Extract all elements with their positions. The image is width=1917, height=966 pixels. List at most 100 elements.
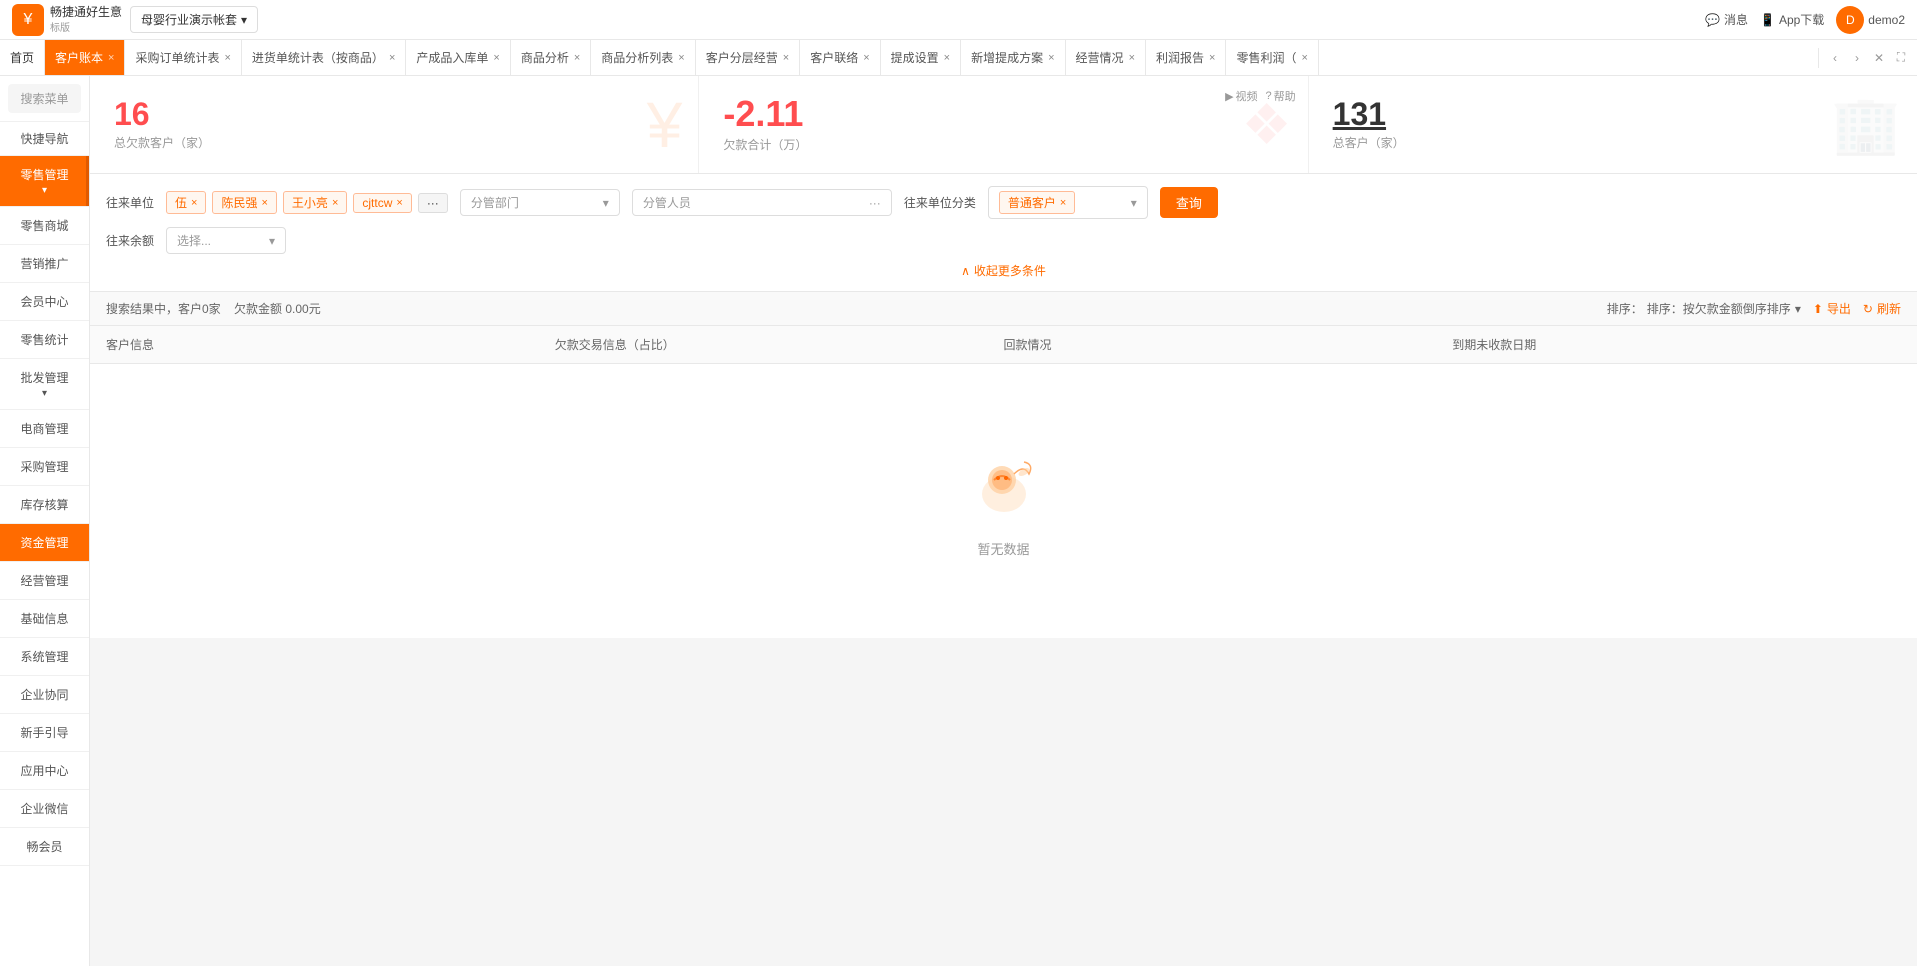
sidebar-item-basic-info[interactable]: 基础信息: [0, 600, 89, 638]
tab-operation[interactable]: 经营情况 ×: [1066, 40, 1146, 76]
stat-card-total-customers: 🏢 131 总客户（家）: [1309, 76, 1917, 173]
tab-home[interactable]: 首页: [0, 40, 45, 76]
close-icon[interactable]: ×: [1129, 52, 1135, 64]
refresh-label: 刷新: [1877, 300, 1901, 317]
close-icon[interactable]: ×: [1209, 52, 1215, 64]
tab-finished-goods[interactable]: 产成品入库单 ×: [406, 40, 510, 76]
tab-goods-analysis-list[interactable]: 商品分析列表 ×: [591, 40, 695, 76]
dept-selector[interactable]: 分管部门 ▾: [460, 189, 620, 216]
sidebar-item-retail-mgmt[interactable]: 零售管理 ▾: [0, 156, 89, 207]
sort-selector[interactable]: 排序： 排序：按欠款金额倒序排序 ▾: [1607, 300, 1801, 317]
filter-tag-more[interactable]: ···: [418, 193, 448, 213]
filter-tag-cjttcw: cjttcw ×: [353, 193, 411, 213]
close-icon[interactable]: ×: [108, 52, 114, 64]
sidebar-item-quick-nav[interactable]: 快捷导航: [0, 122, 89, 156]
filter-row-1: 往来单位 伍 × 陈民强 × 王小亮 × cjttcw: [106, 186, 1901, 219]
refresh-button[interactable]: ↻ 刷新: [1863, 300, 1901, 317]
filter-tag-wang: 王小亮 ×: [283, 191, 347, 214]
unit-class-tag-close[interactable]: ×: [1060, 197, 1066, 209]
stat-customers-value: 16: [114, 98, 210, 130]
sidebar-item-tutorial[interactable]: 新手引导: [0, 714, 89, 752]
unit-class-selector[interactable]: 普通客户 × ▾: [988, 186, 1148, 219]
filter-tag-chen-close[interactable]: ×: [261, 197, 267, 209]
nav-maximize-icon[interactable]: ⛶: [1891, 48, 1911, 68]
close-icon[interactable]: ×: [493, 52, 499, 64]
tab-new-commission[interactable]: 新增提成方案 ×: [961, 40, 1065, 76]
dept-chevron-icon: ▾: [603, 196, 609, 210]
sidebar-item-finance[interactable]: 资金管理: [0, 524, 89, 562]
main-layout: 搜索菜单 快捷导航 零售管理 ▾ 零售商城 营销推广 会员中心 零售统计 批发管…: [0, 76, 1917, 966]
query-button[interactable]: 查询: [1160, 187, 1218, 218]
app-download-button[interactable]: 📱 App下载: [1760, 11, 1824, 28]
sidebar-item-marketing[interactable]: 营销推广: [0, 245, 89, 283]
sidebar-item-inventory[interactable]: 库存核算: [0, 486, 89, 524]
close-icon[interactable]: ×: [1301, 52, 1307, 64]
sidebar-item-wechat[interactable]: 企业微信: [0, 790, 89, 828]
tab-profit-report[interactable]: 利润报告 ×: [1146, 40, 1226, 76]
sidebar-item-retail-stats[interactable]: 零售统计: [0, 321, 89, 359]
filter-tag-wu: 伍 ×: [166, 191, 206, 214]
stats-row: ¥ 16 总欠款客户（家） ❖ -2.11 欠款合计（万） ▶ 视频: [90, 76, 1917, 174]
filter-tag-wang-close[interactable]: ×: [332, 197, 338, 209]
sidebar-item-operations[interactable]: 经营管理: [0, 562, 89, 600]
sidebar-item-system[interactable]: 系统管理: [0, 638, 89, 676]
empty-state: 暂无数据: [90, 364, 1917, 638]
sidebar-item-ecommerce-label: 电商管理: [4, 420, 85, 437]
sidebar-expand-icon: ▾: [4, 185, 85, 196]
help-btn[interactable]: ? 帮助: [1266, 88, 1296, 104]
sidebar-item-retail-mall[interactable]: 零售商城: [0, 207, 89, 245]
nav-close-all-icon[interactable]: ✕: [1869, 48, 1889, 68]
unit-label: 往来单位: [106, 194, 154, 211]
store-selector[interactable]: 母婴行业演示帐套 ▾: [130, 6, 258, 33]
sidebar-item-enterprise[interactable]: 企业协同: [0, 676, 89, 714]
sidebar-item-member[interactable]: 会员中心: [0, 283, 89, 321]
filter-tag-wu-close[interactable]: ×: [191, 197, 197, 209]
logo-icon: ¥: [12, 4, 44, 36]
sidebar-item-ecommerce[interactable]: 电商管理: [0, 410, 89, 448]
search-menu-button[interactable]: 搜索菜单: [8, 84, 81, 113]
close-icon[interactable]: ×: [944, 52, 950, 64]
tab-purchase-stats[interactable]: 进货单统计表（按商品） ×: [242, 40, 406, 76]
tab-customer-contact-label: 客户联络: [810, 49, 858, 66]
close-icon[interactable]: ×: [224, 52, 230, 64]
empty-mouse-icon: [964, 444, 1044, 527]
user-menu[interactable]: D demo2: [1836, 6, 1905, 34]
close-icon[interactable]: ×: [574, 52, 580, 64]
tab-goods-analysis[interactable]: 商品分析 ×: [511, 40, 591, 76]
balance-chevron-icon: ▾: [269, 234, 275, 248]
tab-purchase-order[interactable]: 采购订单统计表 ×: [125, 40, 241, 76]
sidebar-item-app-center[interactable]: 应用中心: [0, 752, 89, 790]
sidebar-item-wholesale-mgmt[interactable]: 批发管理 ▾: [0, 359, 89, 410]
close-icon[interactable]: ×: [863, 52, 869, 64]
nav-prev-icon[interactable]: ‹: [1825, 48, 1845, 68]
nav-tabs: 首页 客户账本 × 采购订单统计表 × 进货单统计表（按商品） × 产成品入库单…: [0, 40, 1917, 76]
person-selector[interactable]: 分管人员 ···: [632, 189, 892, 216]
close-icon[interactable]: ×: [1048, 52, 1054, 64]
close-icon[interactable]: ×: [678, 52, 684, 64]
tab-customer-ledger[interactable]: 客户账本 ×: [45, 40, 125, 76]
tab-customer-ledger-label: 客户账本: [55, 49, 103, 66]
video-help-btn[interactable]: ▶ 视频: [1225, 88, 1257, 104]
balance-selector[interactable]: 选择... ▾: [166, 227, 286, 254]
logo-text-block: 畅捷通好生意 标版: [50, 5, 122, 34]
sidebar-item-inventory-label: 库存核算: [4, 496, 85, 513]
tab-customer-contact[interactable]: 客户联络 ×: [800, 40, 880, 76]
tab-customer-tier[interactable]: 客户分层经营 ×: [696, 40, 800, 76]
tab-commission-settings[interactable]: 提成设置 ×: [881, 40, 961, 76]
results-debt: 欠款金额 0.00元: [234, 302, 321, 316]
close-icon[interactable]: ×: [389, 52, 395, 64]
filter-tag-cjttcw-close[interactable]: ×: [396, 197, 402, 209]
tab-retail-profit[interactable]: 零售利润（ ×: [1226, 40, 1318, 76]
filter-row-2: 往来余额 选择... ▾: [106, 227, 1901, 254]
sidebar-item-purchase[interactable]: 采购管理: [0, 448, 89, 486]
collapse-button[interactable]: ∧ 收起更多条件: [961, 262, 1046, 279]
top-bar-right: 💬 消息 📱 App下载 D demo2: [1705, 6, 1905, 34]
tab-goods-analysis-list-label: 商品分析列表: [601, 49, 673, 66]
nav-next-icon[interactable]: ›: [1847, 48, 1867, 68]
close-icon[interactable]: ×: [783, 52, 789, 64]
unit-class-value: 普通客户 ×: [999, 191, 1079, 214]
message-button[interactable]: 💬 消息: [1705, 11, 1748, 28]
unit-class-label: 往来单位分类: [904, 194, 976, 211]
sidebar-item-vip-member[interactable]: 畅会员: [0, 828, 89, 866]
export-button[interactable]: ⬆ 导出: [1813, 300, 1851, 317]
